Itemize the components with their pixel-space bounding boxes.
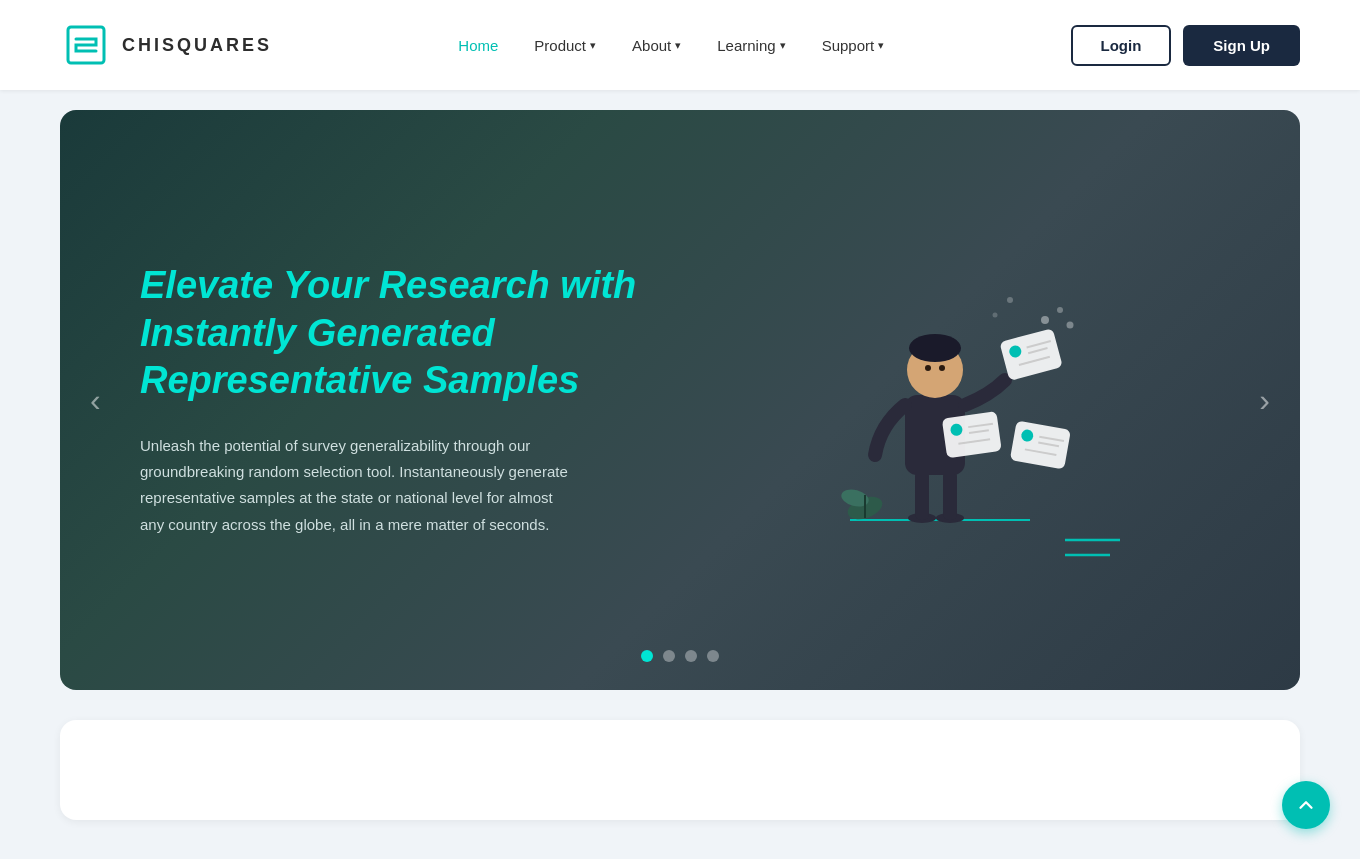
- carousel-next-button[interactable]: ›: [1249, 372, 1280, 429]
- hero-content: Elevate Your Research with Instantly Gen…: [140, 262, 660, 538]
- svg-point-38: [993, 313, 998, 318]
- svg-point-14: [939, 365, 945, 371]
- carousel-dots: [641, 650, 719, 662]
- svg-point-12: [909, 334, 961, 362]
- chevron-down-icon: ▾: [590, 39, 596, 52]
- svg-rect-8: [915, 470, 929, 520]
- hero-illustration: [660, 230, 1220, 570]
- scroll-top-button[interactable]: [1282, 781, 1330, 829]
- hero-slider: ‹ Elevate Your Research with Instantly G…: [60, 110, 1300, 690]
- nav-links: Home Product ▾ About ▾ Learning ▾ Suppor…: [444, 29, 898, 62]
- bottom-section: [0, 710, 1360, 840]
- svg-point-13: [925, 365, 931, 371]
- carousel-prev-button[interactable]: ‹: [80, 372, 111, 429]
- hero-wrapper: ‹ Elevate Your Research with Instantly G…: [0, 90, 1360, 710]
- chevron-down-icon: ▾: [878, 39, 884, 52]
- nav-product[interactable]: Product ▾: [520, 29, 610, 62]
- svg-point-36: [1067, 322, 1074, 329]
- svg-rect-20: [1010, 421, 1071, 470]
- nav-home[interactable]: Home: [444, 29, 512, 62]
- carousel-dot-1[interactable]: [641, 650, 653, 662]
- login-button[interactable]: Login: [1071, 25, 1172, 66]
- hero-title: Elevate Your Research with Instantly Gen…: [140, 262, 660, 405]
- svg-rect-9: [943, 470, 957, 520]
- svg-point-34: [1041, 316, 1049, 324]
- hero-svg-illustration: [750, 240, 1130, 560]
- signup-button[interactable]: Sign Up: [1183, 25, 1300, 66]
- hero-description: Unleash the potential of survey generali…: [140, 433, 580, 538]
- chevron-down-icon: ▾: [675, 39, 681, 52]
- carousel-dot-3[interactable]: [685, 650, 697, 662]
- carousel-dot-4[interactable]: [707, 650, 719, 662]
- carousel-dot-2[interactable]: [663, 650, 675, 662]
- nav-support[interactable]: Support ▾: [808, 29, 899, 62]
- nav-about[interactable]: About ▾: [618, 29, 695, 62]
- arrow-up-icon: [1295, 794, 1317, 816]
- bottom-card: [60, 720, 1300, 820]
- svg-rect-15: [999, 328, 1062, 381]
- nav-auth: Login Sign Up: [1071, 25, 1301, 66]
- navbar: CHISQUARES Home Product ▾ About ▾ Learni…: [0, 0, 1360, 90]
- chevron-down-icon: ▾: [780, 39, 786, 52]
- svg-point-35: [1057, 307, 1063, 313]
- logo-icon: [60, 19, 112, 71]
- svg-point-37: [1007, 297, 1013, 303]
- brand-name: CHISQUARES: [122, 35, 272, 56]
- nav-learning[interactable]: Learning ▾: [703, 29, 799, 62]
- logo-area[interactable]: CHISQUARES: [60, 19, 272, 71]
- svg-rect-25: [942, 411, 1002, 458]
